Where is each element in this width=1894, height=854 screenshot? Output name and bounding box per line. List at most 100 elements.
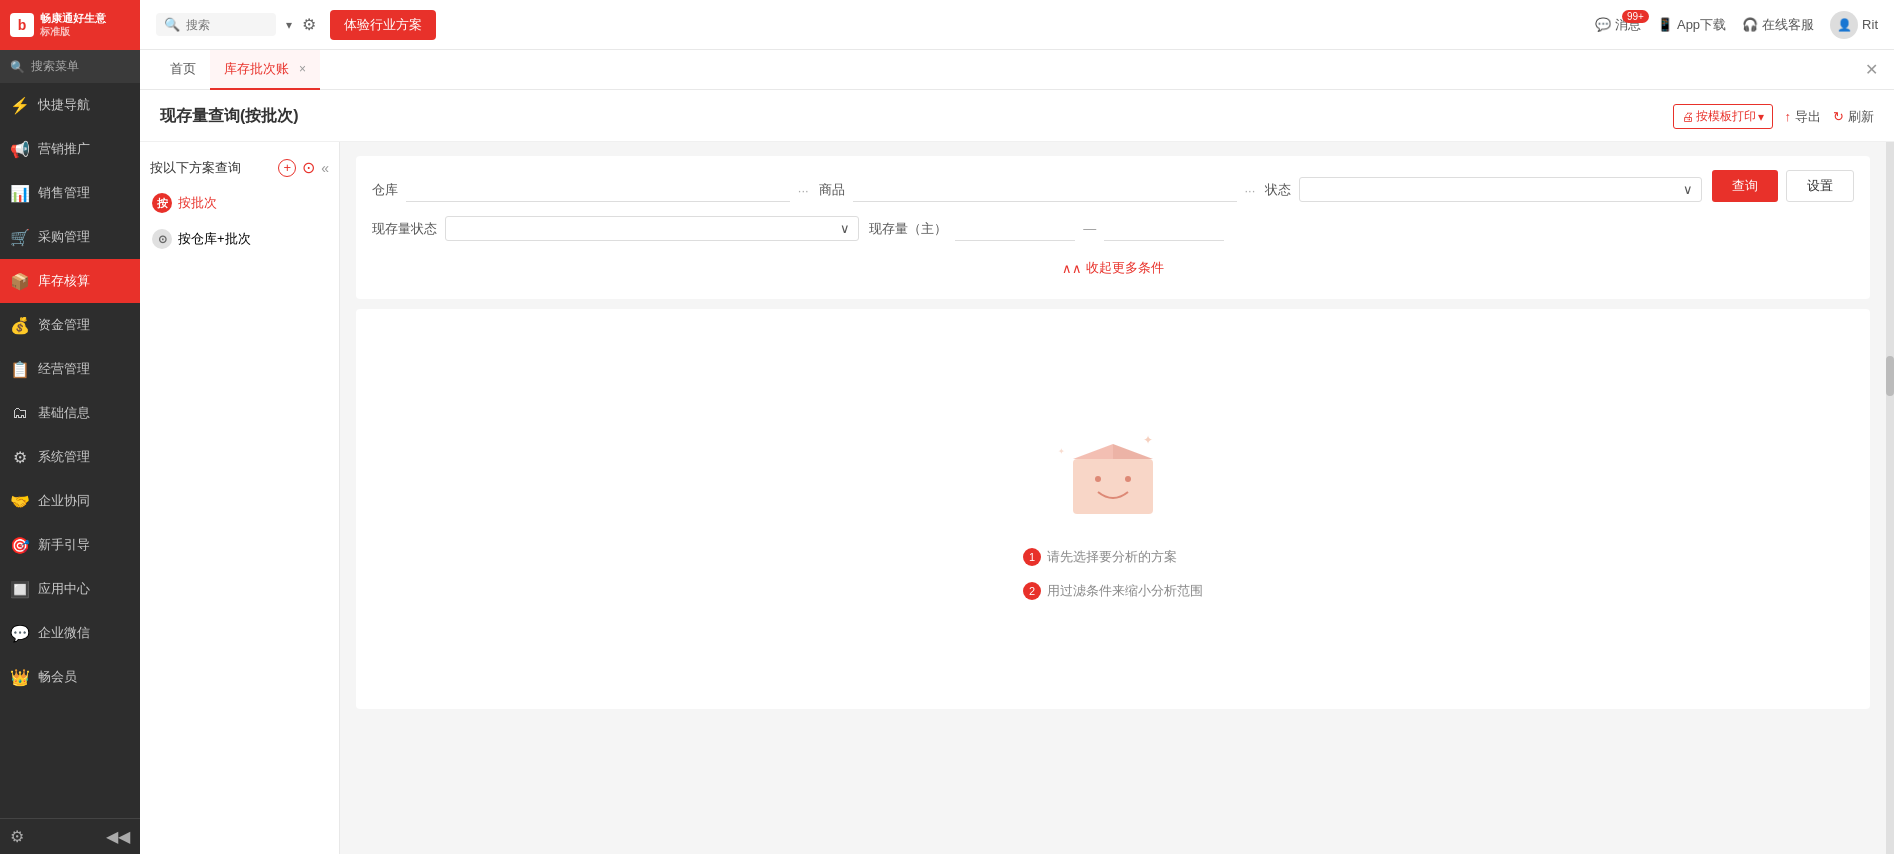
- sidebar-item-guide[interactable]: 🎯 新手引导: [0, 523, 140, 567]
- wechat-icon: 💬: [10, 623, 30, 643]
- sidebar-item-quick-nav[interactable]: ⚡ 快捷导航: [0, 83, 140, 127]
- warehouse-input[interactable]: [406, 178, 790, 202]
- scheme-settings-button[interactable]: ⊙: [302, 158, 315, 177]
- hint-item-1: 1 请先选择要分析的方案: [1023, 544, 1203, 570]
- user-avatar-icon: 👤: [1837, 18, 1852, 32]
- hint-text-2: 用过滤条件来缩小分析范围: [1047, 578, 1203, 604]
- scheme-by-warehouse-batch[interactable]: ⊙ 按仓库+批次: [140, 221, 339, 257]
- online-support-button[interactable]: 🎧 在线客服: [1742, 16, 1814, 34]
- empty-state: ✦ ✦ 1 请先选择要分析的方案 2 用过滤条件来缩小分析范围: [356, 309, 1870, 709]
- hint-num-1: 1: [1023, 548, 1041, 566]
- left-panel-actions: + ⊙ «: [278, 158, 329, 177]
- hint-num-2: 2: [1023, 582, 1041, 600]
- stock-status-filter: 现存量状态 ∨: [372, 216, 859, 241]
- tab-bar-close-button[interactable]: ✕: [1865, 60, 1878, 79]
- basic-icon: 🗂: [10, 403, 30, 423]
- sidebar-item-label: 库存核算: [38, 272, 90, 290]
- left-panel-header: 按以下方案查询 + ⊙ «: [140, 152, 339, 185]
- purchase-icon: 🛒: [10, 227, 30, 247]
- sidebar-item-label: 畅会员: [38, 668, 77, 686]
- page-content: 现存量查询(按批次) 🖨 按模板打印 ▾ ↑ 导出 ↻ 刷新: [140, 90, 1894, 854]
- company-info: 畅康通好生意 标准版: [40, 11, 106, 39]
- status-filter: 状态 ∨: [1265, 177, 1702, 202]
- refresh-label: 刷新: [1848, 108, 1874, 126]
- query-button[interactable]: 查询: [1712, 170, 1778, 202]
- status-dropdown[interactable]: ∨: [1299, 177, 1702, 202]
- printer-icon: 🖨: [1682, 110, 1694, 124]
- topbar-search-box[interactable]: 🔍: [156, 13, 276, 36]
- warehouse-label: 仓库: [372, 181, 398, 199]
- sidebar-item-apps[interactable]: 🔲 应用中心: [0, 567, 140, 611]
- tab-inventory-batch[interactable]: 库存批次账 ×: [210, 50, 320, 90]
- product-more-button[interactable]: ···: [1245, 183, 1256, 198]
- svg-rect-0: [1073, 459, 1153, 514]
- stock-status-dropdown[interactable]: ∨: [445, 216, 859, 241]
- refresh-button[interactable]: ↻ 刷新: [1833, 108, 1874, 126]
- sidebar-item-operation[interactable]: 📋 经营管理: [0, 347, 140, 391]
- sidebar: b 畅康通好生意 标准版 🔍 搜索菜单 ⚡ 快捷导航 📢 营销推广 📊 销售管理…: [0, 0, 140, 854]
- page-header: 现存量查询(按批次) 🖨 按模板打印 ▾ ↑ 导出 ↻ 刷新: [140, 90, 1894, 142]
- svg-marker-1: [1073, 444, 1113, 459]
- scheme-batch-label: 按批次: [178, 194, 217, 212]
- sidebar-nav: ⚡ 快捷导航 📢 营销推广 📊 销售管理 🛒 采购管理 📦 库存核算 💰 资金管…: [0, 83, 140, 818]
- sales-icon: 📊: [10, 183, 30, 203]
- warehouse-filter: 仓库 ···: [372, 178, 809, 202]
- print-label: 按模板打印: [1696, 108, 1756, 125]
- scrollbar-thumb: [1886, 356, 1894, 396]
- system-icon: ⚙: [10, 447, 30, 467]
- right-scrollbar[interactable]: [1886, 142, 1894, 854]
- sidebar-item-enterprise[interactable]: 🤝 企业协同: [0, 479, 140, 523]
- hint-text-1: 请先选择要分析的方案: [1047, 544, 1177, 570]
- topbar-dropdown-arrow[interactable]: ▾: [286, 18, 292, 32]
- tab-close-button[interactable]: ×: [299, 62, 306, 76]
- svg-point-4: [1125, 476, 1131, 482]
- sidebar-item-inventory[interactable]: 📦 库存核算: [0, 259, 140, 303]
- industry-solution-button[interactable]: 体验行业方案: [330, 10, 436, 40]
- topbar: 🔍 ▾ ⚙ 体验行业方案 💬 消息 99+ 📱 App下载 🎧 在线客服 �: [140, 0, 1894, 50]
- settings-button[interactable]: 设置: [1786, 170, 1854, 202]
- sidebar-item-label: 新手引导: [38, 536, 90, 554]
- sidebar-item-wechat[interactable]: 💬 企业微信: [0, 611, 140, 655]
- add-scheme-button[interactable]: +: [278, 159, 296, 177]
- app-download-button[interactable]: 📱 App下载: [1657, 16, 1726, 34]
- filter-area: 仓库 ··· 商品 ··· 状态: [356, 156, 1870, 299]
- scheme-collapse-button[interactable]: «: [321, 160, 329, 176]
- stock-min-input[interactable]: [955, 217, 1075, 241]
- tab-home[interactable]: 首页: [156, 50, 210, 90]
- message-icon: 💬: [1595, 17, 1611, 32]
- export-button[interactable]: ↑ 导出: [1785, 108, 1822, 126]
- sidebar-settings-button[interactable]: ⚙: [10, 827, 24, 846]
- collapse-arrow-icon: ∧∧: [1062, 261, 1082, 276]
- marketing-icon: 📢: [10, 139, 30, 159]
- sidebar-collapse-button[interactable]: ◀◀: [106, 827, 130, 846]
- sidebar-item-sales[interactable]: 📊 销售管理: [0, 171, 140, 215]
- messages-button[interactable]: 💬 消息 99+: [1595, 16, 1641, 34]
- product-input[interactable]: [853, 178, 1237, 202]
- status-label: 状态: [1265, 181, 1291, 199]
- collapse-more-button[interactable]: ∧∧ 收起更多条件: [372, 251, 1854, 285]
- user-avatar-area[interactable]: 👤 Rit: [1830, 11, 1878, 39]
- inventory-icon: 📦: [10, 271, 30, 291]
- sidebar-item-purchase[interactable]: 🛒 采购管理: [0, 215, 140, 259]
- sidebar-item-finance[interactable]: 💰 资金管理: [0, 303, 140, 347]
- scheme-by-batch[interactable]: 按 按批次: [140, 185, 339, 221]
- status-dropdown-arrow: ∨: [1683, 182, 1693, 197]
- finance-icon: 💰: [10, 315, 30, 335]
- sidebar-search[interactable]: 🔍 搜索菜单: [0, 50, 140, 83]
- member-icon: 👑: [10, 667, 30, 687]
- sidebar-item-marketing[interactable]: 📢 营销推广: [0, 127, 140, 171]
- headset-icon: 🎧: [1742, 17, 1758, 32]
- topbar-actions: 💬 消息 99+ 📱 App下载 🎧 在线客服 👤 Rit: [1595, 11, 1878, 39]
- warehouse-more-button[interactable]: ···: [798, 183, 809, 198]
- sidebar-item-system[interactable]: ⚙ 系统管理: [0, 435, 140, 479]
- topbar-search-input[interactable]: [186, 18, 266, 32]
- stock-main-filter: 现存量（主） —: [869, 217, 1356, 241]
- phone-icon: 📱: [1657, 17, 1673, 32]
- sidebar-item-member[interactable]: 👑 畅会员: [0, 655, 140, 699]
- sidebar-item-basic[interactable]: 🗂 基础信息: [0, 391, 140, 435]
- stock-max-input[interactable]: [1104, 217, 1224, 241]
- topbar-gear-icon[interactable]: ⚙: [302, 15, 316, 34]
- print-button[interactable]: 🖨 按模板打印 ▾: [1673, 104, 1773, 129]
- left-panel-title: 按以下方案查询: [150, 159, 241, 177]
- svg-text:✦: ✦: [1058, 447, 1065, 456]
